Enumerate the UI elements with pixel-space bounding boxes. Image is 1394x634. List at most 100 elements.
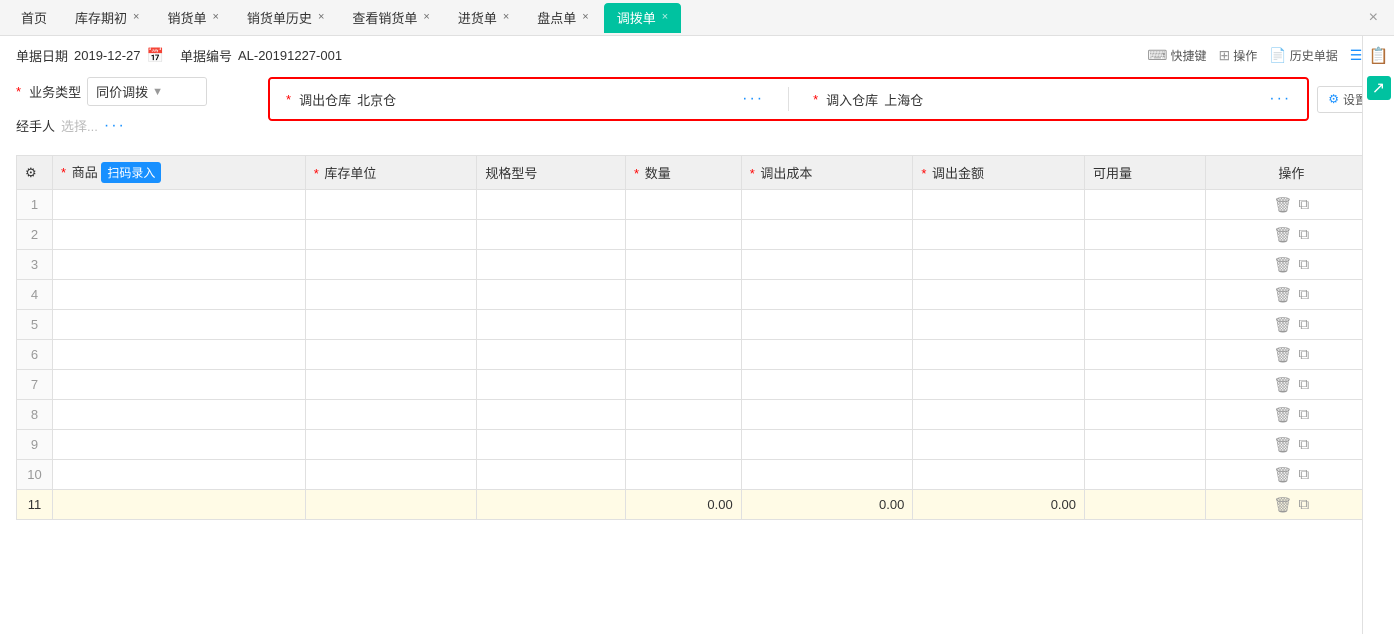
cell-amount[interactable]: [913, 190, 1085, 220]
copy-icon[interactable]: ⧉: [1298, 226, 1309, 243]
cell-spec[interactable]: [477, 310, 626, 340]
delete-icon[interactable]: 🗑: [1273, 436, 1292, 454]
cell-product[interactable]: [53, 460, 306, 490]
cell-spec[interactable]: [477, 430, 626, 460]
delete-icon[interactable]: 🗑: [1273, 316, 1292, 334]
delete-icon[interactable]: 🗑: [1273, 406, 1292, 424]
cell-spec[interactable]: [477, 250, 626, 280]
delete-icon[interactable]: 🗑: [1273, 226, 1292, 244]
sidebar-doc-icon[interactable]: 📋: [1367, 44, 1391, 68]
cell-qty[interactable]: [626, 340, 742, 370]
copy-icon[interactable]: ⧉: [1298, 286, 1309, 303]
cell-available[interactable]: [1085, 370, 1206, 400]
cell-qty[interactable]: [626, 220, 742, 250]
tab-purchase-close[interactable]: ×: [503, 12, 509, 23]
cell-qty[interactable]: [626, 280, 742, 310]
cell-cost[interactable]: [741, 340, 913, 370]
cell-amount[interactable]: [913, 250, 1085, 280]
cell-spec[interactable]: [477, 400, 626, 430]
cell-unit[interactable]: [305, 460, 477, 490]
cell-cost[interactable]: [741, 460, 913, 490]
business-type-select[interactable]: 同价调拨 ▼: [87, 77, 207, 106]
cell-unit[interactable]: [305, 430, 477, 460]
cell-unit[interactable]: [305, 340, 477, 370]
copy-icon[interactable]: ⧉: [1298, 316, 1309, 333]
tab-sales-order[interactable]: 销货单 ×: [154, 3, 231, 33]
copy-icon[interactable]: ⧉: [1298, 406, 1309, 423]
delete-icon[interactable]: 🗑: [1273, 196, 1292, 214]
cell-product[interactable]: [53, 220, 306, 250]
copy-icon[interactable]: ⧉: [1298, 466, 1309, 483]
person-more-btn[interactable]: ···: [104, 117, 126, 135]
cell-product[interactable]: [53, 370, 306, 400]
quick-keys-btn[interactable]: ⌨ 快捷键: [1147, 47, 1206, 64]
cell-available[interactable]: [1085, 280, 1206, 310]
cell-qty[interactable]: [626, 310, 742, 340]
cell-qty[interactable]: [626, 400, 742, 430]
cell-amount[interactable]: [913, 310, 1085, 340]
cell-qty[interactable]: [626, 190, 742, 220]
tab-sales-history[interactable]: 销货单历史 ×: [234, 3, 337, 33]
copy-icon[interactable]: ⧉: [1298, 496, 1309, 513]
tab-view-sales[interactable]: 查看销货单 ×: [339, 3, 442, 33]
tab-transfer[interactable]: 调拨单 ×: [604, 3, 681, 33]
copy-icon[interactable]: ⧉: [1298, 376, 1309, 393]
cell-amount[interactable]: [913, 280, 1085, 310]
calendar-icon[interactable]: 📅: [147, 47, 164, 64]
cell-cost[interactable]: [741, 280, 913, 310]
cell-available[interactable]: [1085, 400, 1206, 430]
cell-product[interactable]: [53, 340, 306, 370]
operations-btn[interactable]: ⊞ 操作: [1219, 47, 1258, 64]
delete-icon[interactable]: 🗑: [1273, 256, 1292, 274]
cell-available[interactable]: [1085, 310, 1206, 340]
cell-available[interactable]: [1085, 190, 1206, 220]
cell-spec[interactable]: [477, 460, 626, 490]
delete-icon[interactable]: 🗑: [1273, 496, 1292, 514]
window-close-icon[interactable]: ×: [1361, 9, 1386, 27]
delete-icon[interactable]: 🗑: [1273, 346, 1292, 364]
date-value[interactable]: 2019-12-27: [74, 48, 141, 63]
cell-available[interactable]: [1085, 220, 1206, 250]
cell-amount[interactable]: [913, 340, 1085, 370]
tab-home[interactable]: 首页: [8, 3, 60, 33]
copy-icon[interactable]: ⧉: [1298, 436, 1309, 453]
tab-inventory-init-close[interactable]: ×: [133, 12, 139, 23]
out-warehouse-more-btn[interactable]: ···: [742, 90, 764, 108]
cell-amount[interactable]: [913, 370, 1085, 400]
delete-icon[interactable]: 🗑: [1273, 466, 1292, 484]
cell-spec[interactable]: [477, 370, 626, 400]
in-warehouse-value[interactable]: 上海仓: [884, 90, 1263, 109]
cell-spec[interactable]: [477, 340, 626, 370]
cell-product[interactable]: [53, 310, 306, 340]
cell-unit[interactable]: [305, 250, 477, 280]
cell-cost[interactable]: [741, 370, 913, 400]
cell-cost[interactable]: [741, 250, 913, 280]
layout-list-icon[interactable]: ☰: [1350, 47, 1363, 64]
cell-amount[interactable]: [913, 460, 1085, 490]
cell-unit[interactable]: [305, 280, 477, 310]
cell-available[interactable]: [1085, 250, 1206, 280]
tab-purchase[interactable]: 进货单 ×: [445, 3, 522, 33]
th-gear[interactable]: ⚙: [17, 156, 53, 190]
cell-product[interactable]: [53, 190, 306, 220]
cell-spec[interactable]: [477, 280, 626, 310]
cell-amount[interactable]: [913, 400, 1085, 430]
cell-cost[interactable]: [741, 190, 913, 220]
history-docs-btn[interactable]: 📄 历史单据: [1269, 47, 1337, 64]
tab-inventory-init[interactable]: 库存期初 ×: [62, 3, 152, 33]
cell-unit[interactable]: [305, 190, 477, 220]
cell-product[interactable]: [53, 430, 306, 460]
tab-sales-history-close[interactable]: ×: [318, 12, 324, 23]
cell-amount[interactable]: [913, 430, 1085, 460]
cell-available[interactable]: [1085, 430, 1206, 460]
cell-cost[interactable]: [741, 310, 913, 340]
out-warehouse-value[interactable]: 北京仓: [357, 90, 736, 109]
cell-spec[interactable]: [477, 190, 626, 220]
cell-amount[interactable]: [913, 220, 1085, 250]
delete-icon[interactable]: 🗑: [1273, 286, 1292, 304]
tab-stocktake[interactable]: 盘点单 ×: [524, 3, 601, 33]
cell-product[interactable]: [53, 250, 306, 280]
cell-cost[interactable]: [741, 400, 913, 430]
cell-spec[interactable]: [477, 220, 626, 250]
tab-transfer-close[interactable]: ×: [662, 12, 668, 23]
